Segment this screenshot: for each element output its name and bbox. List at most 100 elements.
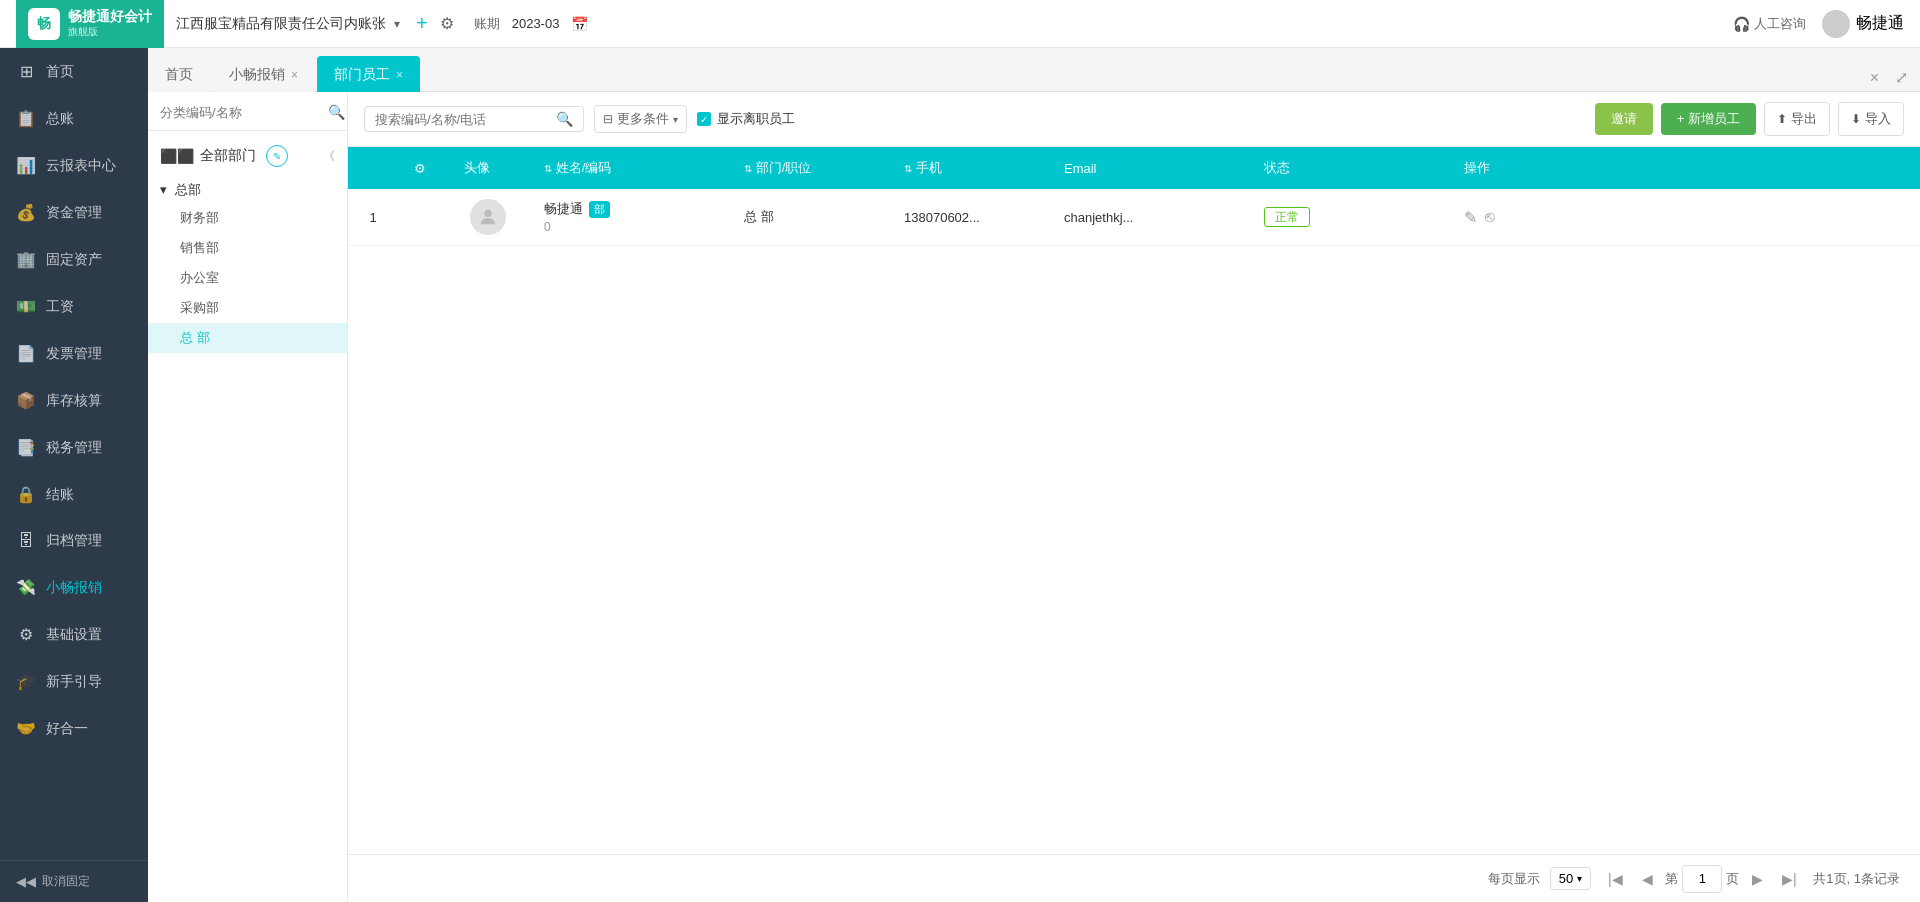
dept-item-sales[interactable]: 销售部 <box>148 233 347 263</box>
basic-icon: ⚙ <box>16 625 36 644</box>
pagination: 每页显示 50 ▾ |◀ ◀ 第 页 ▶ ▶| 共1页, 1条记录 <box>348 854 1920 902</box>
col-phone[interactable]: ⇅ 手机 <box>888 147 1048 189</box>
filter-button[interactable]: ⊟ 更多条件 ▾ <box>594 105 687 133</box>
dept-collapse-button[interactable]: 《 <box>323 148 335 165</box>
sidebar-item-ledger[interactable]: 📋 总账 <box>0 95 148 142</box>
employee-search-input[interactable] <box>375 112 550 127</box>
logout-button[interactable]: ⎋ <box>1485 208 1495 226</box>
show-resigned-checkbox[interactable]: ✓ 显示离职员工 <box>697 110 795 128</box>
sidebar-item-inventory[interactable]: 📦 库存核算 <box>0 377 148 424</box>
invite-button[interactable]: 邀请 <box>1595 103 1653 135</box>
sidebar-label-ledger: 总账 <box>46 110 74 128</box>
settings-icon[interactable]: ⚙ <box>440 14 454 33</box>
tab-close-button[interactable]: × <box>1866 65 1883 91</box>
sidebar-label-salary: 工资 <box>46 298 74 316</box>
export-button[interactable]: ⬆ 导出 <box>1764 102 1830 136</box>
tab-home[interactable]: 首页 <box>148 56 210 92</box>
cell-phone: 138070602... <box>888 189 1048 246</box>
sidebar-item-invoice[interactable]: 📄 发票管理 <box>0 330 148 377</box>
page-size-selector[interactable]: 50 ▾ <box>1550 867 1591 890</box>
pin-icon: ◀◀ <box>16 874 36 889</box>
sidebar-label-funds: 资金管理 <box>46 204 102 222</box>
col-dept[interactable]: ⇅ 部门/职位 <box>728 147 888 189</box>
dept-edit-button[interactable]: ✎ <box>266 145 288 167</box>
checkbox-box: ✓ <box>697 112 711 126</box>
user-area[interactable]: 畅捷通 <box>1822 10 1904 38</box>
cell-status: 正常 <box>1248 189 1448 246</box>
checkmark-icon: ✓ <box>700 114 708 125</box>
sidebar-item-assets[interactable]: 🏢 固定资产 <box>0 236 148 283</box>
right-panel: 🔍 ⊟ 更多条件 ▾ ✓ 显示离职员工 <box>348 92 1920 902</box>
company-selector[interactable]: 江西服宝精品有限责任公司内账张 ▾ <box>176 15 400 33</box>
tab-expand-button[interactable]: ⤢ <box>1891 64 1912 91</box>
col-actions: 操作 <box>1448 147 1920 189</box>
page-content: 🔍 ⬛⬛ 全部部门 ✎ 《 ▾ 总部 财务部 <box>148 92 1920 902</box>
col-num <box>348 147 398 189</box>
search-icon[interactable]: 🔍 <box>556 111 573 127</box>
import-button[interactable]: ⬇ 导入 <box>1838 102 1904 136</box>
page-navigation: |◀ ◀ 第 页 ▶ ▶| <box>1601 865 1803 893</box>
sidebar-label-assets: 固定资产 <box>46 251 102 269</box>
sidebar-item-partner[interactable]: 🤝 好合一 <box>0 705 148 752</box>
pin-toggle[interactable]: ◀◀ 取消固定 <box>0 860 148 902</box>
content-area: 首页 小畅报销 × 部门员工 × × ⤢ 🔍 <box>148 48 1920 902</box>
calendar-icon[interactable]: 📅 <box>571 16 588 32</box>
cell-dept: 总 部 <box>728 189 888 246</box>
cell-num: 1 <box>348 189 398 246</box>
page-label: 页 <box>1726 870 1739 888</box>
tab-dept[interactable]: 部门员工 × <box>317 56 420 92</box>
sidebar-label-reports: 云报表中心 <box>46 157 116 175</box>
page-size-value: 50 <box>1559 871 1573 886</box>
close-account-icon: 🔒 <box>16 485 36 504</box>
tab-expense[interactable]: 小畅报销 × <box>212 56 315 92</box>
sidebar-item-reports[interactable]: 📊 云报表中心 <box>0 142 148 189</box>
sidebar-item-funds[interactable]: 💰 资金管理 <box>0 189 148 236</box>
col-name[interactable]: ⇅ 姓名/编码 <box>528 147 728 189</box>
page-number-input[interactable] <box>1682 865 1722 893</box>
sidebar-label-close: 结账 <box>46 486 74 504</box>
sidebar-item-archive[interactable]: 🗄 归档管理 <box>0 518 148 564</box>
col-settings[interactable]: ⚙ <box>398 147 448 189</box>
prev-page-button[interactable]: ◀ <box>1633 865 1661 893</box>
dept-item-hq[interactable]: ▾ 总部 <box>148 177 347 203</box>
user-name: 畅捷通 <box>1856 13 1904 34</box>
user-avatar <box>1822 10 1850 38</box>
sidebar-item-guide[interactable]: 🎓 新手引导 <box>0 658 148 705</box>
dept-item-office[interactable]: 办公室 <box>148 263 347 293</box>
dept-item-finance[interactable]: 财务部 <box>148 203 347 233</box>
dept-item-purchase[interactable]: 采购部 <box>148 293 347 323</box>
dept-search-icon[interactable]: 🔍 <box>328 104 345 120</box>
sidebar-item-close[interactable]: 🔒 结账 <box>0 471 148 518</box>
edit-button[interactable]: ✎ <box>1464 208 1477 227</box>
tab-expense-close[interactable]: × <box>291 68 298 82</box>
last-page-button[interactable]: ▶| <box>1775 865 1803 893</box>
sidebar-item-home[interactable]: ⊞ 首页 <box>0 48 148 95</box>
col-status: 状态 <box>1248 147 1448 189</box>
all-dept-header[interactable]: ⬛⬛ 全部部门 ✎ 《 <box>148 139 347 173</box>
cell-avatar <box>448 189 528 246</box>
tab-dept-close[interactable]: × <box>396 68 403 82</box>
settings-col-icon[interactable]: ⚙ <box>414 161 426 176</box>
add-employee-button[interactable]: + 新增员工 <box>1661 103 1756 135</box>
emp-badge: 部 <box>589 201 610 218</box>
export-icon: ⬆ <box>1777 112 1787 126</box>
dropdown-arrow-icon[interactable]: ▾ <box>394 17 400 31</box>
support-button[interactable]: 🎧 人工咨询 <box>1733 15 1806 33</box>
sidebar-item-basic[interactable]: ⚙ 基础设置 <box>0 611 148 658</box>
next-page-button[interactable]: ▶ <box>1743 865 1771 893</box>
sidebar-item-salary[interactable]: 💵 工资 <box>0 283 148 330</box>
funds-icon: 💰 <box>16 203 36 222</box>
partner-icon: 🤝 <box>16 719 36 738</box>
employee-name: 畅捷通 <box>544 200 583 218</box>
dept-tree: ▾ 总部 财务部 销售部 办公室 采购部 <box>148 173 347 357</box>
employee-search-box[interactable]: 🔍 <box>364 106 584 132</box>
add-account-button[interactable]: + <box>416 12 428 35</box>
sidebar-label-xiaochang: 小畅报销 <box>46 579 102 597</box>
dept-item-general[interactable]: 总 部 <box>148 323 347 353</box>
page-size-label: 每页显示 <box>1488 870 1540 888</box>
first-page-button[interactable]: |◀ <box>1601 865 1629 893</box>
sidebar-item-xiaochang[interactable]: 💸 小畅报销 <box>0 564 148 611</box>
headset-icon: 🎧 <box>1733 16 1750 32</box>
sidebar-item-tax[interactable]: 📑 税务管理 <box>0 424 148 471</box>
dept-search-input[interactable] <box>160 105 328 120</box>
